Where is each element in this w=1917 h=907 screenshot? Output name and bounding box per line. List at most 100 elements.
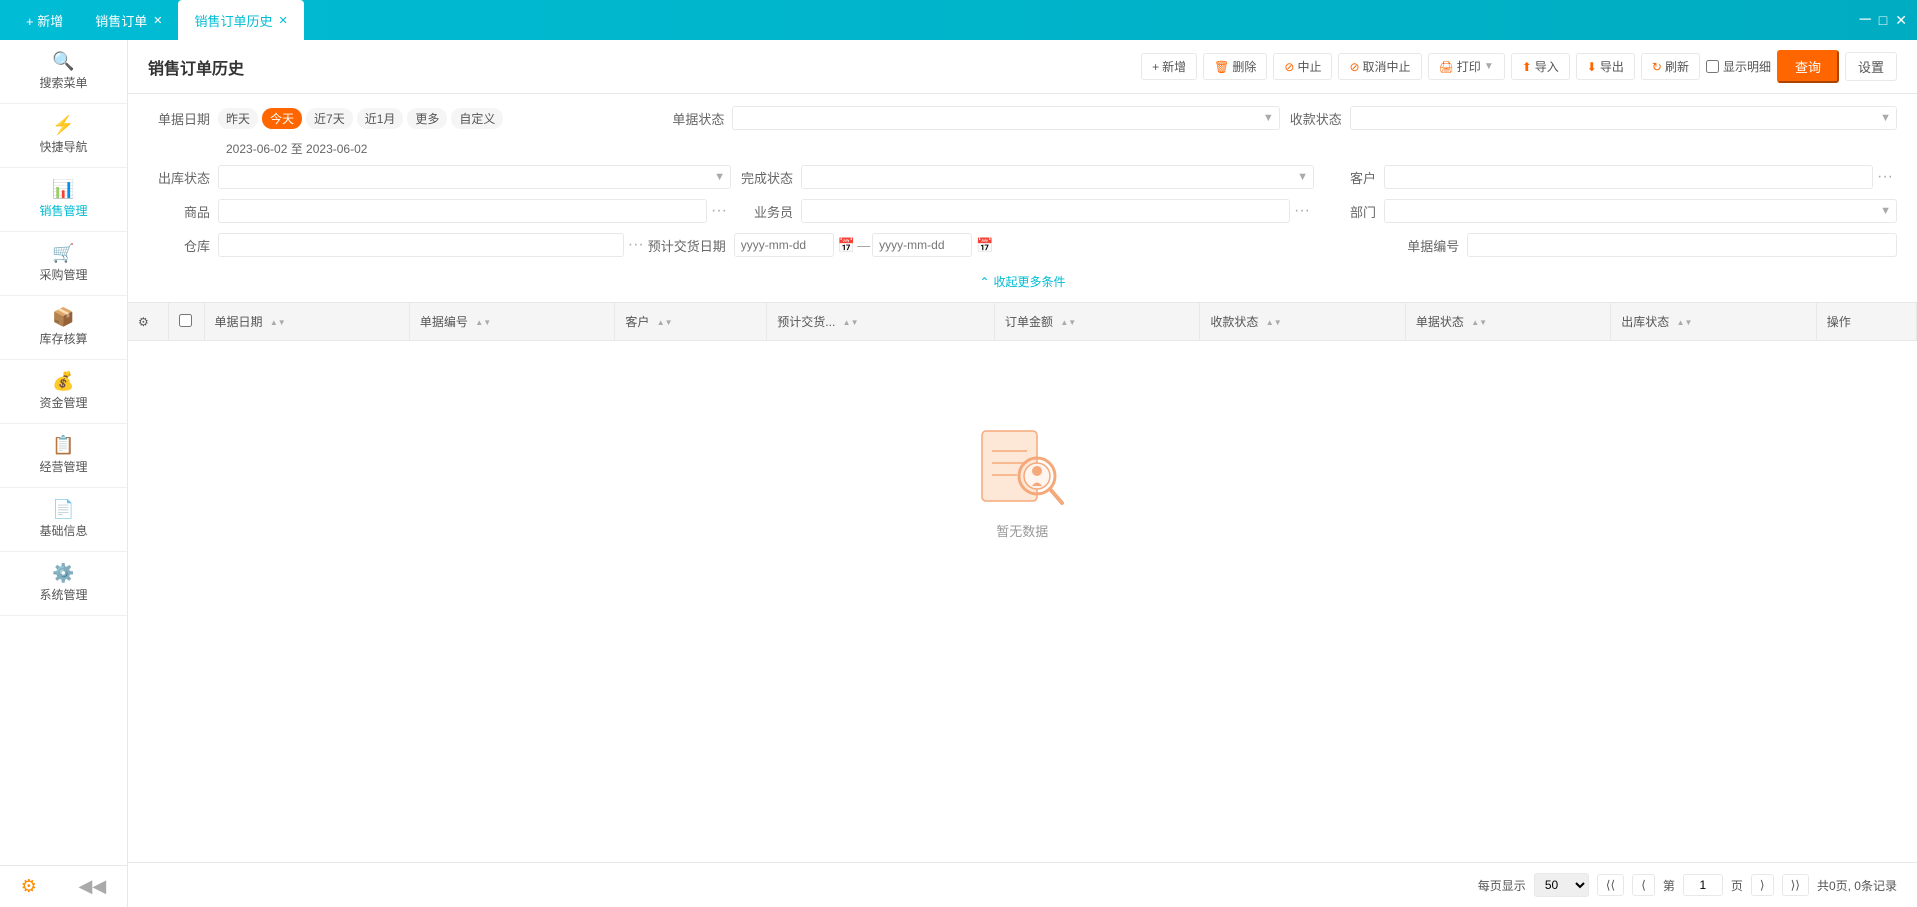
th-delivery-status[interactable]: 出库状态 ▲▼ <box>1611 303 1816 341</box>
per-page-select[interactable]: 10 20 50 100 <box>1534 873 1589 897</box>
empty-state: 暂无数据 <box>128 341 1917 620</box>
completion-status-select[interactable] <box>801 165 1314 189</box>
sort-delivery-status-icon[interactable]: ▲▼ <box>1677 318 1693 327</box>
import-button[interactable]: ⬆ 导入 <box>1511 53 1570 80</box>
filter-salesperson: 业务员 ··· <box>731 199 1314 223</box>
date-filter-label: 单据日期 <box>148 109 218 128</box>
sort-customer-icon[interactable]: ▲▼ <box>657 318 673 327</box>
date-chip-yesterday[interactable]: 昨天 <box>218 108 258 129</box>
page-number-input[interactable] <box>1683 874 1723 896</box>
filter-department: 部门 ▼ <box>1314 199 1897 223</box>
date-chip-more[interactable]: 更多 <box>407 108 447 129</box>
sidebar-item-inventory[interactable]: 📦 库存核算 <box>0 296 127 360</box>
goods-dots-icon[interactable]: ··· <box>707 202 731 220</box>
tab-sales-order-close[interactable]: ✕ <box>153 14 162 27</box>
display-cols-checkbox-wrap[interactable]: 显示明细 <box>1706 58 1771 75</box>
th-customer[interactable]: 客户 ▲▼ <box>615 303 767 341</box>
sidebar-item-sales-mgmt[interactable]: 📊 销售管理 <box>0 168 127 232</box>
sort-bill-date-icon[interactable]: ▲▼ <box>270 318 286 327</box>
th-order-amount[interactable]: 订单金额 ▲▼ <box>995 303 1200 341</box>
next-page-button[interactable]: ⟩ <box>1751 874 1774 896</box>
delivery-date-to-wrap: 📅 <box>872 233 993 257</box>
sort-bill-no-icon[interactable]: ▲▼ <box>475 318 491 327</box>
sidebar-collapse-icon[interactable]: ◀◀ <box>79 876 107 897</box>
delivery-date-from-input[interactable] <box>734 233 834 257</box>
collapse-btn[interactable]: ⌃ 收起更多条件 <box>148 267 1897 290</box>
sidebar-item-inventory-label: 库存核算 <box>39 330 87 347</box>
goods-input[interactable] <box>218 199 707 223</box>
new-button[interactable]: + 新增 <box>1141 53 1197 80</box>
last-page-button[interactable]: ⟩⟩ <box>1782 874 1809 896</box>
payment-status-select[interactable] <box>1350 106 1897 130</box>
window-minimize[interactable]: ─ <box>1859 11 1870 29</box>
customer-input[interactable] <box>1384 165 1873 189</box>
th-bill-date[interactable]: 单据日期 ▲▼ <box>204 303 409 341</box>
gear-column-icon[interactable]: ⚙ <box>138 315 149 329</box>
delete-button[interactable]: 🗑 删除 <box>1203 53 1267 80</box>
date-chip-custom[interactable]: 自定义 <box>451 108 503 129</box>
query-button[interactable]: 查询 <box>1777 50 1839 83</box>
window-maximize[interactable]: □ <box>1879 12 1887 28</box>
sidebar-item-purchase-mgmt[interactable]: 🛒 采购管理 <box>0 232 127 296</box>
date-chip-1month[interactable]: 近1月 <box>357 108 404 129</box>
filter-row-1: 单据日期 昨天 今天 近7天 近1月 更多 自定义 单据状态 <box>148 106 1897 130</box>
salesperson-dots-icon[interactable]: ··· <box>1290 202 1314 220</box>
first-page-button[interactable]: ⟨⟨ <box>1597 874 1624 896</box>
refresh-button[interactable]: ↻ 刷新 <box>1641 53 1700 80</box>
prev-page-button[interactable]: ⟨ <box>1632 874 1655 896</box>
th-gear[interactable]: ⚙ <box>128 303 168 341</box>
warehouse-dots-icon[interactable]: ··· <box>624 236 648 254</box>
filter-warehouse: 仓库 ··· <box>148 233 648 257</box>
sidebar-item-search-menu[interactable]: 🔍 搜索菜单 <box>0 40 127 104</box>
export-button[interactable]: ⬇ 导出 <box>1576 53 1635 80</box>
tab-sales-order-history[interactable]: 销售订单历史 ✕ <box>178 0 303 40</box>
operations-icon: 📋 <box>52 436 74 454</box>
print-icon: 🖨 <box>1439 60 1454 74</box>
delete-icon: 🗑 <box>1214 60 1229 74</box>
th-bill-status[interactable]: 单据状态 ▲▼ <box>1405 303 1610 341</box>
delivery-status-select[interactable] <box>218 165 731 189</box>
salesperson-input[interactable] <box>801 199 1290 223</box>
settings-button[interactable]: 设置 <box>1845 52 1897 81</box>
th-delivery-date[interactable]: 预计交货... ▲▼ <box>767 303 995 341</box>
sort-bill-status-icon[interactable]: ▲▼ <box>1471 318 1487 327</box>
tab-sales-order[interactable]: 销售订单 ✕ <box>79 0 178 40</box>
tab-home[interactable]: + 新增 <box>10 0 79 40</box>
sidebar-item-sys-mgmt[interactable]: ⚙️ 系统管理 <box>0 552 127 616</box>
sidebar-settings-icon[interactable]: ⚙ <box>21 876 37 897</box>
date-chip-7days[interactable]: 近7天 <box>306 108 353 129</box>
sort-payment-status-icon[interactable]: ▲▼ <box>1266 318 1282 327</box>
window-close[interactable]: ✕ <box>1895 12 1907 29</box>
select-all-checkbox[interactable] <box>179 314 192 327</box>
top-bar-right: ─ □ ✕ <box>1859 11 1907 29</box>
bill-status-select[interactable] <box>732 106 1279 130</box>
delivery-date-to-calendar-icon[interactable]: 📅 <box>976 237 993 254</box>
bill-number-input[interactable] <box>1467 233 1897 257</box>
sort-order-amount-icon[interactable]: ▲▼ <box>1060 318 1076 327</box>
sidebar-item-basic-info[interactable]: 📄 基础信息 <box>0 488 127 552</box>
th-payment-status[interactable]: 收款状态 ▲▼ <box>1200 303 1405 341</box>
delivery-date-to-input[interactable] <box>872 233 972 257</box>
sidebar-item-operations[interactable]: 📋 经营管理 <box>0 424 127 488</box>
warehouse-input[interactable] <box>218 233 624 257</box>
filter-bill-number: 单据编号 <box>1397 233 1897 257</box>
sort-delivery-date-icon[interactable]: ▲▼ <box>843 318 859 327</box>
sidebar-item-capital[interactable]: 💰 资金管理 <box>0 360 127 424</box>
customer-dots-icon[interactable]: ··· <box>1873 168 1897 186</box>
cancel-stop-button[interactable]: ⊘ 取消中止 <box>1338 53 1421 80</box>
delivery-date-from-calendar-icon[interactable]: 📅 <box>838 237 855 254</box>
department-select[interactable] <box>1384 199 1897 223</box>
bill-number-label: 单据编号 <box>1397 236 1467 255</box>
stop-button[interactable]: ⊘ 中止 <box>1273 53 1332 80</box>
date-chip-today[interactable]: 今天 <box>262 108 302 129</box>
tab-sales-order-history-close[interactable]: ✕ <box>278 14 287 27</box>
import-label: 导入 <box>1535 58 1559 75</box>
display-cols-checkbox[interactable] <box>1706 60 1719 73</box>
print-button[interactable]: 🖨 打印 ▼ <box>1428 53 1505 80</box>
delivery-date-from-wrap: 📅 <box>734 233 855 257</box>
th-delivery-status-label: 出库状态 <box>1621 315 1669 329</box>
th-bill-no[interactable]: 单据编号 ▲▼ <box>409 303 614 341</box>
sidebar-item-quick-nav[interactable]: ⚡ 快捷导航 <box>0 104 127 168</box>
th-check[interactable] <box>168 303 204 341</box>
tab-sales-order-label: 销售订单 <box>95 11 147 30</box>
